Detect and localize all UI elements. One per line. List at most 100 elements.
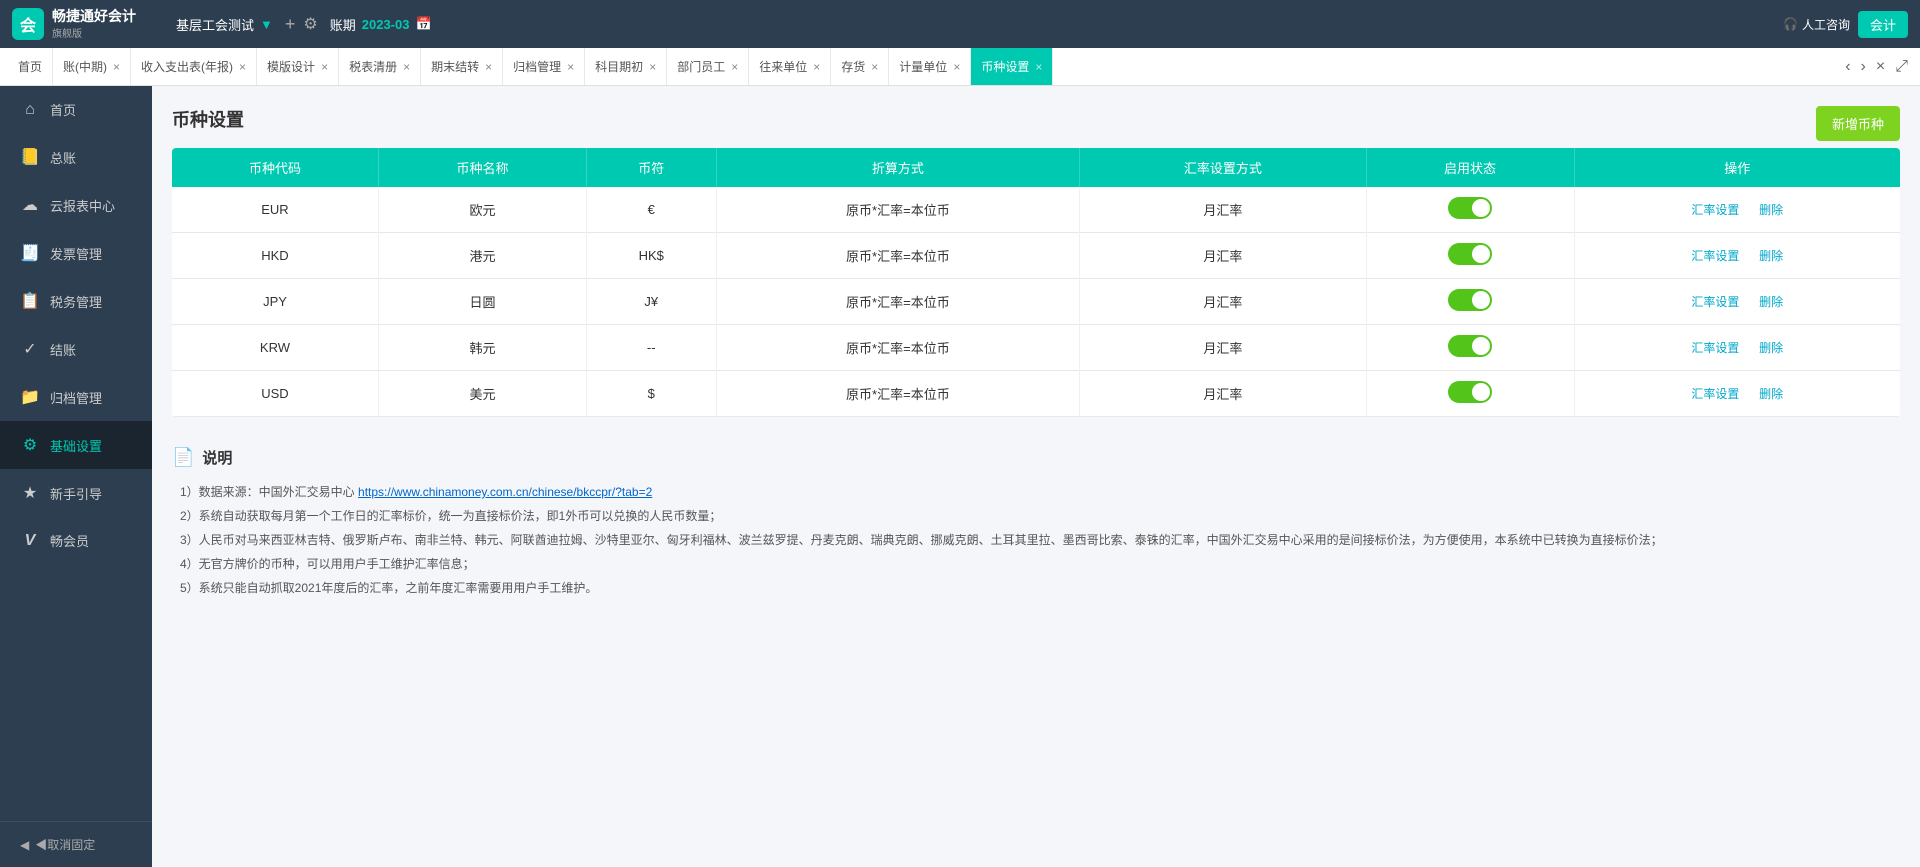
tab-bumenrenyuan[interactable]: 部门员工 ×	[667, 48, 749, 86]
cell-name: 美元	[378, 371, 586, 417]
close-icon[interactable]: ×	[485, 60, 492, 74]
tab-label: 科目期初	[595, 58, 643, 75]
cell-status	[1366, 187, 1574, 233]
cell-code: HKD	[172, 233, 378, 279]
sidebar-item-settings[interactable]: ⚙ 基础设置	[0, 421, 152, 469]
tab-bizhongsheqing[interactable]: 币种设置 ×	[971, 48, 1053, 86]
toggle-enabled[interactable]	[1448, 243, 1492, 265]
logo-area: 会 畅捷通好会计 旗舰版	[12, 8, 164, 40]
tab-next-button[interactable]: ›	[1857, 56, 1870, 78]
close-icon[interactable]: ×	[321, 60, 328, 74]
cell-symbol: J¥	[586, 279, 716, 325]
tab-wanglaidanwei[interactable]: 往来单位 ×	[749, 48, 831, 86]
cell-calc: 原币*汇率=本位币	[716, 187, 1080, 233]
tab-prev-button[interactable]: ‹	[1841, 56, 1854, 78]
close-icon[interactable]: ×	[871, 60, 878, 74]
table-row: EUR 欧元 € 原币*汇率=本位币 月汇率 汇率设置 删除	[172, 187, 1900, 233]
rate-settings-link[interactable]: 汇率设置	[1691, 249, 1739, 263]
table-row: HKD 港元 HK$ 原币*汇率=本位币 月汇率 汇率设置 删除	[172, 233, 1900, 279]
add-tab-button[interactable]: +	[285, 14, 296, 35]
cell-status	[1366, 371, 1574, 417]
notes-item: 3）人民币对马来西亚林吉特、俄罗斯卢布、南非兰特、韩元、阿联酋迪拉姆、沙特里亚尔…	[172, 528, 1900, 552]
close-icon[interactable]: ×	[239, 60, 246, 74]
sidebar-item-tax[interactable]: 📋 税务管理	[0, 277, 152, 325]
cell-rate-method: 月汇率	[1080, 325, 1366, 371]
sidebar-item-invoice[interactable]: 🧾 发票管理	[0, 229, 152, 277]
consult-button[interactable]: 🎧 人工咨询	[1783, 16, 1850, 33]
toggle-enabled[interactable]	[1448, 381, 1492, 403]
toggle-enabled[interactable]	[1448, 197, 1492, 219]
delete-link[interactable]: 删除	[1759, 295, 1783, 309]
sidebar-item-report[interactable]: ☁ 云报表中心	[0, 181, 152, 229]
close-icon[interactable]: ×	[953, 60, 960, 74]
period-value: 2023-03	[362, 17, 410, 32]
cell-symbol: $	[586, 371, 716, 417]
sidebar-item-label: 结账	[50, 340, 76, 359]
notes-item: 4）无官方牌价的币种，可以用用户手工维护汇率信息；	[172, 552, 1900, 576]
notes-link[interactable]: https://www.chinamoney.com.cn/chinese/bk…	[358, 485, 652, 499]
tab-qimo[interactable]: 期末结转 ×	[421, 48, 503, 86]
delete-link[interactable]: 删除	[1759, 249, 1783, 263]
close-icon[interactable]: ×	[567, 60, 574, 74]
close-icon[interactable]: ×	[813, 60, 820, 74]
tab-label: 部门员工	[677, 58, 725, 75]
rate-settings-link[interactable]: 汇率设置	[1691, 295, 1739, 309]
page-title: 币种设置	[172, 106, 1900, 132]
close-icon[interactable]: ×	[113, 60, 120, 74]
tab-label: 账(中期)	[63, 58, 107, 75]
toggle-enabled[interactable]	[1448, 335, 1492, 357]
tab-close-all-button[interactable]: ×	[1872, 56, 1889, 78]
cell-code: JPY	[172, 279, 378, 325]
tab-guidang[interactable]: 归档管理 ×	[503, 48, 585, 86]
tab-home[interactable]: 首页	[8, 48, 53, 86]
sidebar-pin-toggle[interactable]: ◀ ◀取消固定	[0, 821, 152, 867]
table-row: USD 美元 $ 原币*汇率=本位币 月汇率 汇率设置 删除	[172, 371, 1900, 417]
company-selector[interactable]: 基层工会测试 ▼	[164, 15, 285, 34]
tab-label: 币种设置	[981, 58, 1029, 75]
tab-zhangqizhong[interactable]: 账(中期) ×	[53, 48, 131, 86]
close-icon[interactable]: ×	[731, 60, 738, 74]
tab-shouru[interactable]: 收入支出表(年报) ×	[131, 48, 257, 86]
rate-settings-link[interactable]: 汇率设置	[1691, 203, 1739, 217]
tab-expand-button[interactable]: ⤢	[1891, 56, 1912, 78]
tab-moban[interactable]: 模版设计 ×	[257, 48, 339, 86]
cell-name: 港元	[378, 233, 586, 279]
cell-status	[1366, 279, 1574, 325]
close-icon[interactable]: ×	[649, 60, 656, 74]
col-symbol: 币符	[586, 148, 716, 187]
sidebar-item-member[interactable]: V 畅会员	[0, 517, 152, 564]
tab-kemuqichu[interactable]: 科目期初 ×	[585, 48, 667, 86]
delete-link[interactable]: 删除	[1759, 341, 1783, 355]
table-row: KRW 韩元 -- 原币*汇率=本位币 月汇率 汇率设置 删除	[172, 325, 1900, 371]
headset-icon: 🎧	[1783, 17, 1798, 31]
delete-link[interactable]: 删除	[1759, 203, 1783, 217]
tab-shuibiao[interactable]: 税表清册 ×	[339, 48, 421, 86]
tab-cunkuo[interactable]: 存货 ×	[831, 48, 889, 86]
sidebar-item-guide[interactable]: ★ 新手引导	[0, 469, 152, 517]
tab-nav-buttons: ‹ › × ⤢	[1841, 56, 1912, 78]
rate-settings-link[interactable]: 汇率设置	[1691, 387, 1739, 401]
close-icon[interactable]: ×	[403, 60, 410, 74]
notes-title: 说明	[202, 447, 232, 468]
top-bar-actions: 🎧 人工咨询 会计	[1783, 11, 1908, 38]
sidebar-item-archive[interactable]: 📁 归档管理	[0, 373, 152, 421]
close-icon[interactable]: ×	[1035, 60, 1042, 74]
kuaiji-button[interactable]: 会计	[1858, 11, 1908, 38]
sidebar-item-ledger[interactable]: 📒 总账	[0, 133, 152, 181]
tab-label: 往来单位	[759, 58, 807, 75]
delete-link[interactable]: 删除	[1759, 387, 1783, 401]
sidebar-item-home[interactable]: ⌂ 首页	[0, 86, 152, 133]
col-calc: 折算方式	[716, 148, 1080, 187]
calendar-icon[interactable]: 📅	[415, 16, 431, 32]
close-accounts-icon: ✓	[20, 339, 40, 359]
toggle-enabled[interactable]	[1448, 289, 1492, 311]
settings-button[interactable]: ⚙	[303, 14, 317, 34]
rate-settings-link[interactable]: 汇率设置	[1691, 341, 1739, 355]
sidebar-item-close[interactable]: ✓ 结账	[0, 325, 152, 373]
notes-item: 2）系统自动获取每月第一个工作日的汇率标价，统一为直接标价法，即1外币可以兑换的…	[172, 504, 1900, 528]
tab-label: 期末结转	[431, 58, 479, 75]
cell-code: KRW	[172, 325, 378, 371]
new-currency-button[interactable]: 新增币种	[1816, 106, 1900, 141]
period-area: 账期 2023-03 📅	[318, 15, 444, 34]
tab-jiliangdanwei[interactable]: 计量单位 ×	[889, 48, 971, 86]
